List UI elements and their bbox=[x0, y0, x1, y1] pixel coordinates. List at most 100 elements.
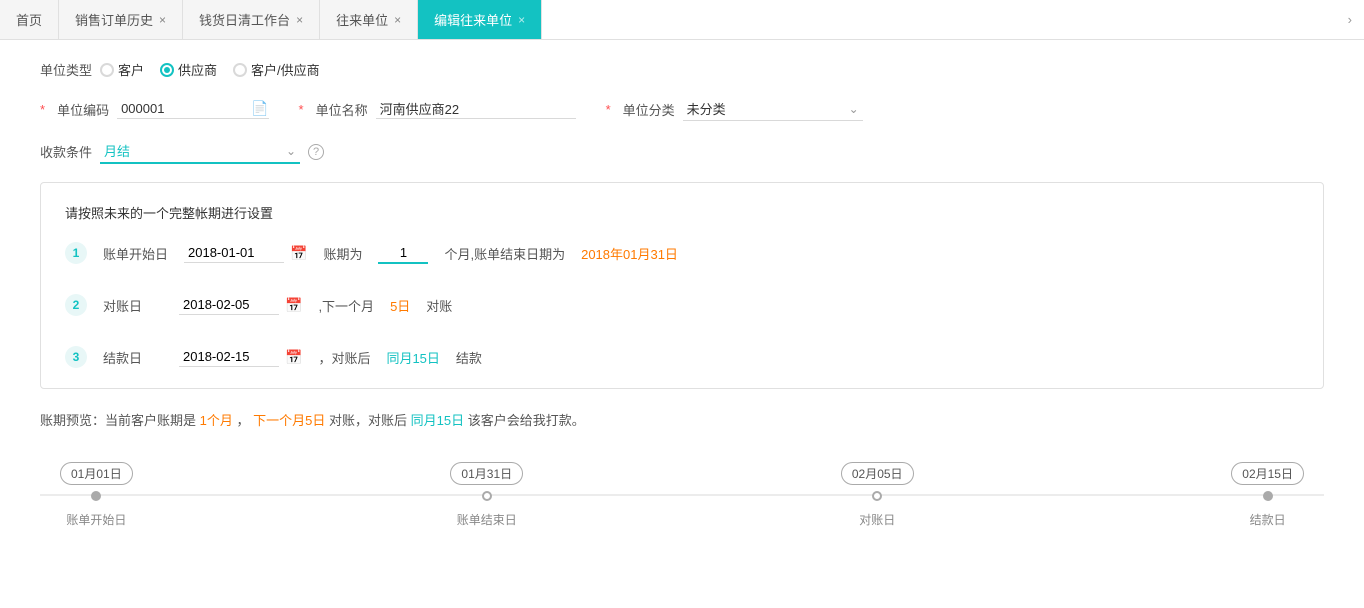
step-2-prefix: ,下一个月 bbox=[318, 296, 374, 315]
tab-sales-order-close[interactable]: × bbox=[159, 13, 166, 27]
timeline-points: 01月01日 账单开始日 01月31日 账单结束日 02月05日 对账日 02月… bbox=[60, 462, 1304, 528]
tab-cash-work-close[interactable]: × bbox=[296, 13, 303, 27]
unit-code-field: * 单位编码 📄 bbox=[40, 99, 269, 119]
unit-category-value: 未分类 bbox=[687, 99, 845, 118]
radio-supplier-circle bbox=[160, 63, 174, 77]
payment-condition-dropdown-icon: ⌄ bbox=[286, 144, 296, 158]
step-2-calendar-icon[interactable]: 📅 bbox=[285, 297, 302, 314]
unit-code-input-wrapper: 📄 bbox=[117, 99, 268, 119]
step-1-calendar-icon[interactable]: 📅 bbox=[290, 245, 307, 262]
tab-cash-work-label: 钱货日清工作台 bbox=[199, 10, 290, 29]
radio-both-circle bbox=[233, 63, 247, 77]
tab-partner[interactable]: 往来单位 × bbox=[320, 0, 418, 39]
payment-help-icon[interactable]: ? bbox=[308, 144, 324, 160]
payment-condition-label: 收款条件 bbox=[40, 142, 92, 161]
radio-customer[interactable]: 客户 bbox=[100, 60, 144, 79]
step-1-row: 1 账单开始日 📅 账期为 个月,账单结束日期为 2018年01月31日 bbox=[65, 242, 1299, 264]
timeline-dot-2 bbox=[872, 491, 882, 501]
tab-edit-partner[interactable]: 编辑往来单位 × bbox=[418, 0, 542, 39]
step-2-date-input[interactable] bbox=[179, 295, 279, 315]
timeline-label-3: 结款日 bbox=[1250, 511, 1286, 528]
tab-sales-order[interactable]: 销售订单历史 × bbox=[59, 0, 183, 39]
unit-category-star: * bbox=[606, 102, 611, 117]
timeline-point-0: 01月01日 账单开始日 bbox=[60, 462, 133, 528]
tab-edit-partner-label: 编辑往来单位 bbox=[434, 10, 512, 29]
step-2-date-wrapper: 📅 bbox=[179, 295, 302, 315]
step-3-prefix: ，对账后 bbox=[318, 348, 370, 367]
unit-code-icon[interactable]: 📄 bbox=[251, 100, 268, 117]
step-3-suffix: 结款 bbox=[456, 348, 482, 367]
timeline-point-1: 01月31日 账单结束日 bbox=[450, 462, 523, 528]
unit-name-label: 单位名称 bbox=[316, 100, 368, 119]
step-3-num: 3 bbox=[65, 346, 87, 368]
tab-home-label: 首页 bbox=[16, 10, 42, 29]
step-2-highlight: 5日 bbox=[390, 296, 410, 315]
step-1-label: 账单开始日 bbox=[103, 244, 168, 263]
preview-text: 账期预览：当前客户账期是 1个月 ， 下一个月5日 对账，对账后 同月15日 该… bbox=[40, 409, 1324, 432]
preview-part6: 该客户会给我打款。 bbox=[468, 413, 585, 428]
unit-info-row: * 单位编码 📄 * 单位名称 * 单位分类 未分类 ⌄ bbox=[40, 97, 1324, 121]
tab-bar: 首页 销售订单历史 × 钱货日清工作台 × 往来单位 × 编辑往来单位 × › bbox=[0, 0, 1364, 40]
card-title: 请按照未来的一个完整帐期进行设置 bbox=[65, 203, 1299, 222]
radio-customer-circle bbox=[100, 63, 114, 77]
tab-edit-partner-close[interactable]: × bbox=[518, 13, 525, 27]
step-2-label: 对账日 bbox=[103, 296, 163, 315]
step-3-date-input[interactable] bbox=[179, 347, 279, 367]
step-1-period-label: 账期为 bbox=[323, 244, 362, 263]
timeline-container: 01月01日 账单开始日 01月31日 账单结束日 02月05日 对账日 02月… bbox=[40, 452, 1324, 538]
unit-category-select[interactable]: 未分类 ⌄ bbox=[683, 97, 863, 121]
step-1-period-input[interactable] bbox=[378, 243, 428, 264]
step-3-row: 3 结款日 📅 ，对账后 同月15日 结款 bbox=[65, 346, 1299, 368]
timeline-dot-0 bbox=[91, 491, 101, 501]
step-1-date-wrapper: 📅 bbox=[184, 243, 307, 263]
payment-condition-field: 收款条件 月结 ⌄ ? bbox=[40, 139, 324, 164]
timeline-badge-1: 01月31日 bbox=[450, 462, 523, 485]
unit-code-input[interactable] bbox=[117, 99, 247, 118]
preview-part3: 下一个月5日 bbox=[253, 413, 325, 428]
radio-customer-label: 客户 bbox=[118, 60, 144, 79]
unit-name-star: * bbox=[299, 102, 304, 117]
unit-type-radio-group: 客户 供应商 客户/供应商 bbox=[100, 60, 320, 79]
step-3-label: 结款日 bbox=[103, 348, 163, 367]
tab-more-button[interactable]: › bbox=[1336, 0, 1364, 39]
step-1-date-input[interactable] bbox=[184, 243, 284, 263]
timeline-badge-0: 01月01日 bbox=[60, 462, 133, 485]
payment-condition-select[interactable]: 月结 ⌄ bbox=[100, 139, 300, 164]
tab-home[interactable]: 首页 bbox=[0, 0, 59, 39]
unit-category-label: 单位分类 bbox=[623, 100, 675, 119]
card-section: 请按照未来的一个完整帐期进行设置 1 账单开始日 📅 账期为 个月,账单结束日期… bbox=[40, 182, 1324, 389]
step-3-date-wrapper: 📅 bbox=[179, 347, 302, 367]
tab-sales-order-label: 销售订单历史 bbox=[75, 10, 153, 29]
payment-condition-value: 月结 bbox=[104, 141, 282, 160]
unit-name-field: * 单位名称 bbox=[299, 99, 576, 119]
timeline-badge-2: 02月05日 bbox=[841, 462, 914, 485]
step-2-suffix: 对账 bbox=[426, 296, 452, 315]
unit-type-field: 单位类型 客户 供应商 客户/供应商 bbox=[40, 60, 320, 79]
radio-both[interactable]: 客户/供应商 bbox=[233, 60, 320, 79]
unit-code-star: * bbox=[40, 102, 45, 117]
step-3-calendar-icon[interactable]: 📅 bbox=[285, 349, 302, 366]
preview-prefix: 账期预览：当前客户账期是 bbox=[40, 413, 196, 428]
radio-supplier[interactable]: 供应商 bbox=[160, 60, 217, 79]
unit-code-label: 单位编码 bbox=[57, 100, 109, 119]
preview-part1: 1个月 bbox=[200, 413, 233, 428]
payment-condition-row: 收款条件 月结 ⌄ ? bbox=[40, 139, 1324, 164]
step-1-period-unit: 个月,账单结束日期为 bbox=[444, 244, 565, 263]
timeline-dot-1 bbox=[482, 491, 492, 501]
tab-partner-close[interactable]: × bbox=[394, 13, 401, 27]
timeline-dot-3 bbox=[1263, 491, 1273, 501]
preview-sep1: ， bbox=[237, 413, 250, 428]
unit-name-input[interactable] bbox=[376, 99, 576, 119]
timeline-point-3: 02月15日 结款日 bbox=[1231, 462, 1304, 528]
preview-part4: 对账，对账后 bbox=[329, 413, 407, 428]
timeline-label-0: 账单开始日 bbox=[66, 511, 126, 528]
unit-type-row: 单位类型 客户 供应商 客户/供应商 bbox=[40, 60, 1324, 79]
timeline-label-1: 账单结束日 bbox=[457, 511, 517, 528]
step-1-num: 1 bbox=[65, 242, 87, 264]
radio-both-label: 客户/供应商 bbox=[251, 60, 320, 79]
preview-part5: 同月15日 bbox=[411, 413, 464, 428]
step-3-highlight: 同月15日 bbox=[386, 348, 439, 367]
unit-category-field: * 单位分类 未分类 ⌄ bbox=[606, 97, 863, 121]
main-content: 单位类型 客户 供应商 客户/供应商 * 单位编码 bbox=[0, 40, 1364, 608]
tab-cash-work[interactable]: 钱货日清工作台 × bbox=[183, 0, 320, 39]
